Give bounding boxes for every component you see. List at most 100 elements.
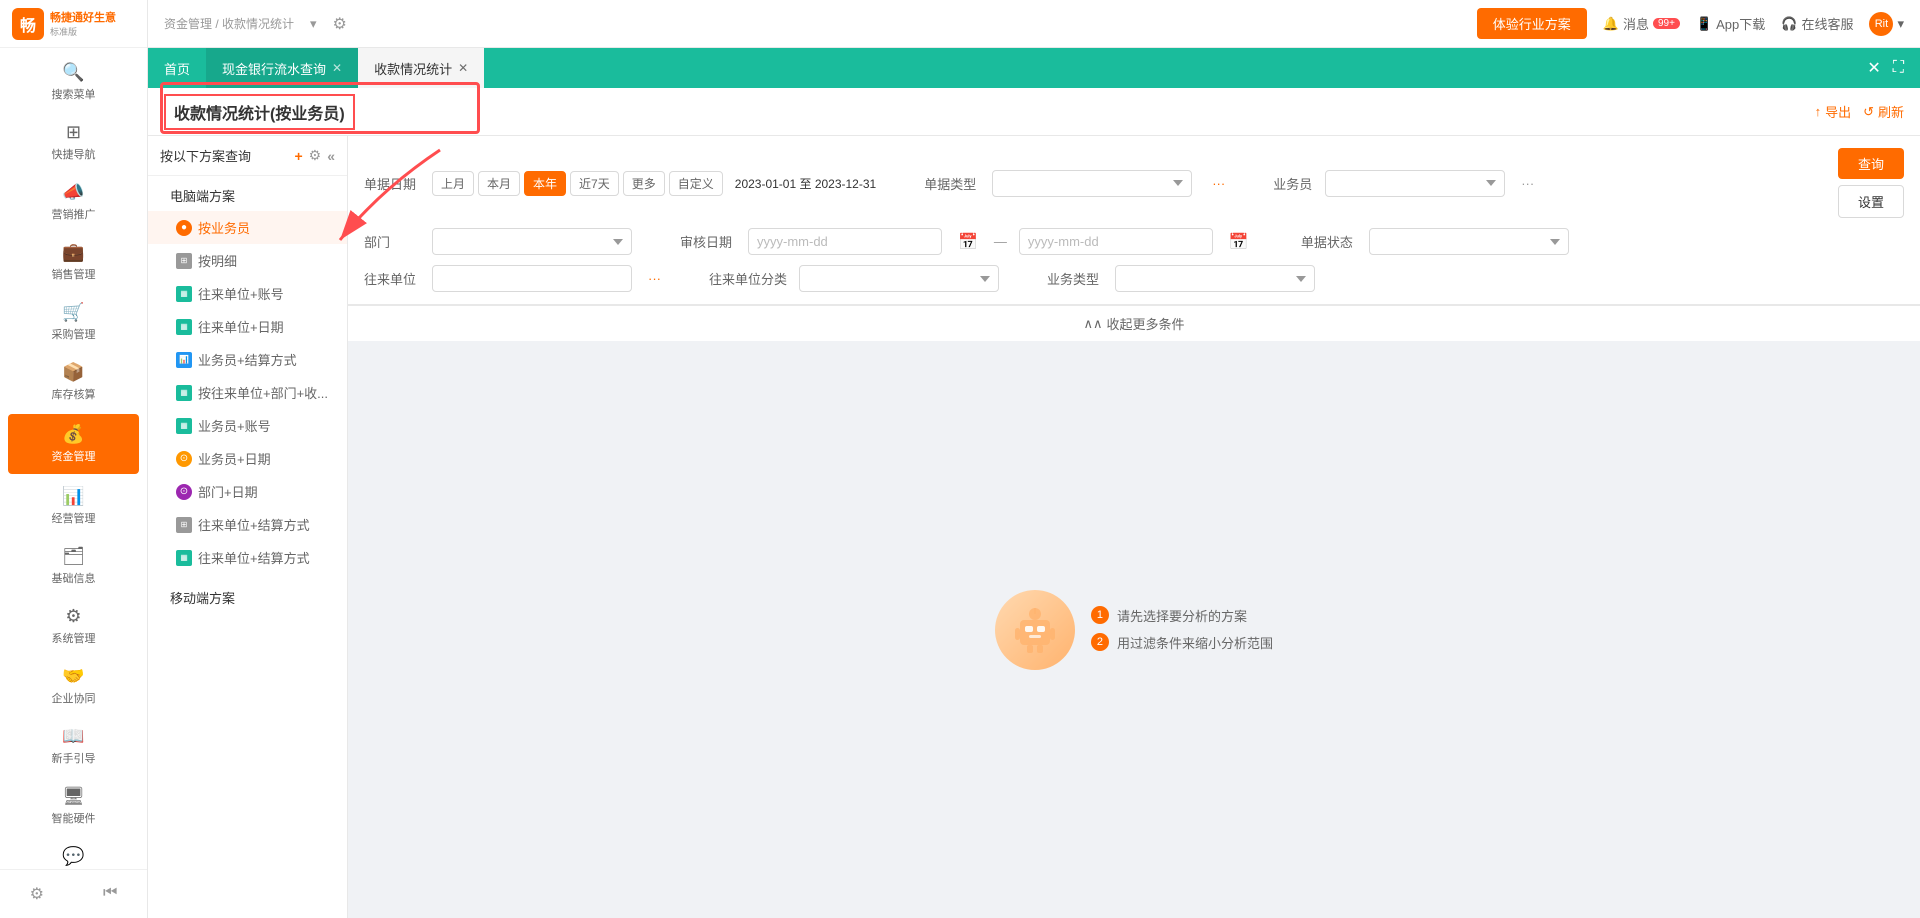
doc-status-label: 单据状态	[1301, 232, 1357, 251]
counterpart-category-select[interactable]	[799, 265, 999, 292]
sidebar-item-hardware[interactable]: 🖥 智能硬件	[0, 776, 147, 836]
more-salesman-icon[interactable]: ···	[1521, 176, 1534, 191]
desktop-scheme-group: 电脑端方案 ● 按业务员 ⊞ 按明细 ▦ 往来单位+账号	[148, 176, 347, 578]
scheme-icon-grid: ⊞	[176, 253, 192, 269]
online-service-button[interactable]: 🎧 在线客服	[1781, 14, 1853, 33]
calendar-start-icon[interactable]: 📅	[958, 232, 978, 252]
date-btn-7days[interactable]: 近7天	[570, 171, 619, 196]
category-select[interactable]	[992, 170, 1192, 197]
desktop-scheme-title[interactable]: 电脑端方案	[148, 180, 347, 211]
scheme-item-salesman-settlement[interactable]: 📊 业务员+结算方式	[148, 343, 347, 376]
review-date-start[interactable]	[748, 228, 942, 255]
sidebar-item-inventory[interactable]: 📦 库存核算	[0, 352, 147, 412]
scheme-item-dept-date[interactable]: ⊙ 部门+日期	[148, 475, 347, 508]
content: 收款情况统计(按业务员) ↑ 导出 ↺ 刷新 按以下方	[148, 88, 1920, 918]
folder-icon: 🗂	[62, 546, 85, 567]
review-date-end[interactable]	[1019, 228, 1213, 255]
date-btn-this-month[interactable]: 本月	[478, 171, 520, 196]
app-download-button[interactable]: 📱 App下载	[1696, 14, 1765, 33]
scheme-item-by-salesman[interactable]: ● 按业务员	[148, 211, 347, 244]
scheme-item-counterpart-account[interactable]: ▦ 往来单位+账号	[148, 277, 347, 310]
search-icon: 🔍	[62, 62, 84, 83]
refresh-button[interactable]: ↺ 刷新	[1863, 102, 1904, 121]
gear-topbar-icon[interactable]: ⚙	[333, 14, 347, 34]
tab-close-cashflow[interactable]: ✕	[332, 61, 342, 75]
book-icon: 📖	[62, 726, 84, 747]
tab-collection-stats[interactable]: 收款情况统计 ✕	[358, 48, 484, 88]
page-title: 收款情况统计(按业务员)	[164, 94, 355, 130]
empty-state: 1 请先选择要分析的方案 2 用过滤条件来缩小分析范围	[995, 590, 1273, 670]
logo-text: 畅捷通好生意 标准版	[50, 9, 116, 38]
scheme-item-detail[interactable]: ⊞ 按明细	[148, 244, 347, 277]
sidebar-item-system[interactable]: ⚙ 系统管理	[0, 596, 147, 656]
counterpart-category-label: 往来单位分类	[709, 269, 787, 288]
date-btn-more[interactable]: 更多	[623, 171, 665, 196]
doc-status-select[interactable]	[1369, 228, 1569, 255]
tab-home[interactable]: 首页	[148, 48, 206, 88]
headset-icon: 🎧	[1781, 16, 1797, 32]
more-category-icon[interactable]: ···	[1212, 176, 1225, 191]
close-window-icon[interactable]: ✕	[1867, 58, 1880, 78]
collapse-more-button[interactable]: ∧∧ 收起更多条件	[1083, 314, 1184, 333]
biz-type-label: 业务类型	[1047, 269, 1103, 288]
more-counterpart-icon[interactable]: ···	[648, 271, 661, 286]
scheme-settings-icon[interactable]: ⚙	[309, 147, 322, 164]
result-area: 1 请先选择要分析的方案 2 用过滤条件来缩小分析范围	[348, 341, 1920, 918]
settings-bottom-icon[interactable]: ⚙	[30, 884, 44, 904]
box-icon: 📦	[62, 362, 84, 383]
cart-icon: 🛒	[62, 302, 84, 323]
calendar-end-icon[interactable]: 📅	[1229, 232, 1249, 252]
user-avatar[interactable]: Rit ▾	[1869, 12, 1904, 36]
topbar-actions: 体验行业方案 🔔 消息 99+ 📱 App下载 🎧 在线客服 Rit ▾	[1477, 8, 1904, 39]
export-icon: ↑	[1815, 104, 1822, 119]
scheme-item-salesman-date[interactable]: ⊙ 业务员+日期	[148, 442, 347, 475]
sidebar-item-corp[interactable]: 🤝 企业协同	[0, 656, 147, 716]
scheme-item-salesman-account[interactable]: ▦ 业务员+账号	[148, 409, 347, 442]
scheme-item-counterpart-dept[interactable]: ▦ 按往来单位+部门+收...	[148, 376, 347, 409]
date-btn-custom[interactable]: 自定义	[669, 171, 723, 196]
filter-area: 单据日期 上月 本月 本年 近7天 更多 自定义 2023-01-01 至 20…	[348, 136, 1920, 305]
salesman-select[interactable]	[1325, 170, 1505, 197]
collapse-panel-button[interactable]: «	[327, 148, 335, 164]
counterpart-label: 往来单位	[364, 269, 420, 288]
scheme-item-counterpart-date[interactable]: ▦ 往来单位+日期	[148, 310, 347, 343]
messages-button[interactable]: 🔔 消息 99+	[1603, 14, 1680, 33]
add-scheme-button[interactable]: +	[294, 148, 302, 164]
settings-button[interactable]: 设置	[1838, 185, 1904, 218]
sidebar-item-search[interactable]: 🔍 搜索菜单	[0, 52, 147, 112]
main-content: 资金管理 / 收款情况统计 ▾ ⚙ 体验行业方案 🔔 消息 99+ 📱 App下…	[148, 0, 1920, 918]
tab-close-collection[interactable]: ✕	[458, 61, 468, 75]
sidebar-item-base[interactable]: 🗂 基础信息	[0, 536, 147, 596]
collapse-bar: ∧∧ 收起更多条件	[348, 305, 1920, 341]
mobile-scheme-title[interactable]: 移动端方案	[148, 582, 347, 613]
sidebar-item-purchase[interactable]: 🛒 采购管理	[0, 292, 147, 352]
right-content: 单据日期 上月 本月 本年 近7天 更多 自定义 2023-01-01 至 20…	[348, 136, 1920, 918]
trial-button[interactable]: 体验行业方案	[1477, 8, 1587, 39]
query-button[interactable]: 查询	[1838, 148, 1904, 179]
scheme-item-counterpart-settlement2[interactable]: ▦ 往来单位+结算方式	[148, 541, 347, 574]
date-btn-last-month[interactable]: 上月	[432, 171, 474, 196]
biz-type-select[interactable]	[1115, 265, 1315, 292]
collapse-sidebar-icon[interactable]: ⏮	[103, 884, 117, 904]
wechat-icon: 💬	[62, 846, 84, 867]
maximize-window-icon[interactable]: ⛶	[1893, 59, 1904, 77]
mobile-scheme-group: 移动端方案	[148, 578, 347, 617]
sidebar-item-wechat[interactable]: 💬 企业微信	[0, 836, 147, 869]
breadcrumb: 资金管理 / 收款情况统计	[164, 15, 294, 32]
export-button[interactable]: ↑ 导出	[1815, 102, 1852, 121]
sidebar-item-sales[interactable]: 💼 销售管理	[0, 232, 147, 292]
category-select-wrapper	[992, 170, 1192, 197]
tab-cashflow[interactable]: 现金银行流水查询 ✕	[206, 48, 358, 88]
sidebar-item-ops[interactable]: 📊 经营管理	[0, 476, 147, 536]
briefcase-icon: 💼	[62, 242, 84, 263]
dept-select[interactable]	[432, 228, 632, 255]
sidebar-item-quick-nav[interactable]: ⊞ 快捷导航	[0, 112, 147, 172]
counterpart-category-select-wrapper	[799, 265, 999, 292]
counterpart-input[interactable]	[432, 265, 632, 292]
dropdown-arrow-icon[interactable]: ▾	[310, 16, 317, 32]
scheme-item-counterpart-settlement1[interactable]: ⊞ 往来单位+结算方式	[148, 508, 347, 541]
sidebar-item-guide[interactable]: 📖 新手引导	[0, 716, 147, 776]
sidebar-item-marketing[interactable]: 📣 营销推广	[0, 172, 147, 232]
date-btn-this-year[interactable]: 本年	[524, 171, 566, 196]
sidebar-item-finance[interactable]: 💰 资金管理	[8, 414, 139, 474]
